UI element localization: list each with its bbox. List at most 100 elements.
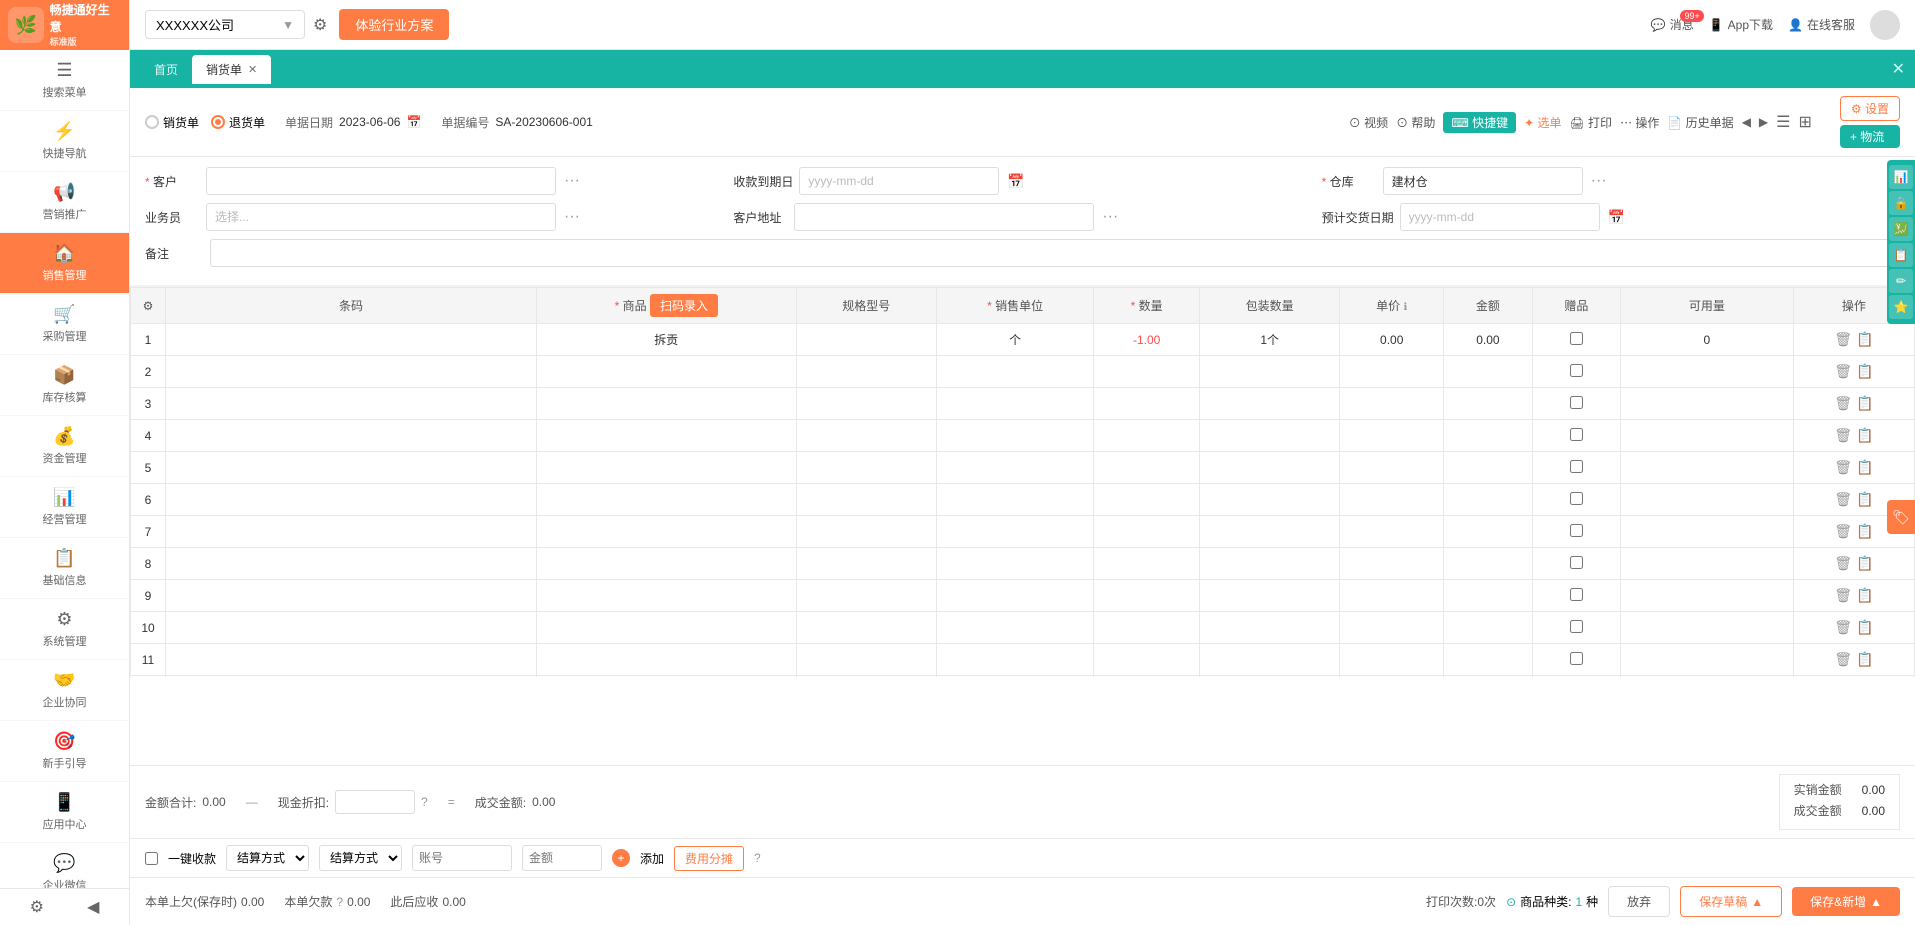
cell-amount-3[interactable] <box>1444 388 1532 420</box>
rp-btn-5[interactable]: ✏ <box>1889 269 1913 293</box>
cell-pkg-qty-3[interactable] <box>1200 388 1340 420</box>
copy-icon-1[interactable]: 📋 <box>1856 331 1873 348</box>
cell-amount-1[interactable]: 0.00 <box>1444 324 1532 356</box>
cell-price-8[interactable] <box>1340 548 1444 580</box>
warehouse-dots-icon[interactable]: ··· <box>1591 172 1607 190</box>
barcode-input-3[interactable] <box>174 397 528 411</box>
company-selector[interactable]: XXXXXX公司 ▼ <box>145 10 305 39</box>
sidebar-item-inventory[interactable]: 📦 库存核算 <box>0 355 129 416</box>
cell-pkg-qty-1[interactable]: 1个 <box>1200 324 1340 356</box>
tab-home[interactable]: 首页 <box>140 55 192 84</box>
gift-checkbox-11[interactable] <box>1570 652 1583 665</box>
cell-price-11[interactable] <box>1340 644 1444 676</box>
delete-icon-9[interactable]: 🗑 <box>1834 587 1852 604</box>
draft-button[interactable]: 保存草稿 ▲ <box>1680 886 1782 917</box>
cell-unit-4[interactable] <box>936 420 1093 452</box>
cell-barcode-8[interactable] <box>166 548 537 580</box>
rp-btn-3[interactable]: 💹 <box>1889 217 1913 241</box>
cell-spec-2[interactable] <box>796 356 936 388</box>
action-help[interactable]: ⊙ 帮助 <box>1396 114 1435 131</box>
sidebar-item-sales[interactable]: 🏠 销售管理 <box>0 233 129 294</box>
customer-dots-icon[interactable]: ··· <box>564 172 580 190</box>
sidebar-item-marketing[interactable]: 📢 营销推广 <box>0 172 129 233</box>
sidebar-item-guide[interactable]: 🎯 新手引导 <box>0 721 129 782</box>
delete-icon-4[interactable]: 🗑 <box>1834 427 1852 444</box>
header-gear-icon[interactable]: ⚙ <box>313 15 327 35</box>
cell-unit-12[interactable] <box>936 676 1093 678</box>
delete-icon-10[interactable]: 🗑 <box>1834 619 1852 636</box>
cell-price-2[interactable] <box>1340 356 1444 388</box>
cell-gift-3[interactable] <box>1532 388 1620 420</box>
cell-spec-10[interactable] <box>796 612 936 644</box>
fee-help-icon[interactable]: ? <box>754 851 761 865</box>
cell-price-12[interactable] <box>1340 676 1444 678</box>
sidebar-item-quick-nav[interactable]: ⚡ 快捷导航 <box>0 111 129 172</box>
cell-gift-2[interactable] <box>1532 356 1620 388</box>
payment-due-input[interactable] <box>799 167 999 195</box>
cell-qty-1[interactable]: -1.00 <box>1094 324 1200 356</box>
cell-price-6[interactable] <box>1340 484 1444 516</box>
cell-gift-7[interactable] <box>1532 516 1620 548</box>
cell-product-4[interactable] <box>537 420 797 452</box>
cell-amount-6[interactable] <box>1444 484 1532 516</box>
trial-button[interactable]: 体验行业方案 <box>339 9 449 40</box>
product-type-value[interactable]: 1 <box>1575 895 1582 909</box>
cell-qty-2[interactable] <box>1094 356 1200 388</box>
cell-amount-7[interactable] <box>1444 516 1532 548</box>
sidebar-item-operations[interactable]: 📊 经营管理 <box>0 477 129 538</box>
delivery-date-input[interactable] <box>1400 203 1600 231</box>
cell-qty-11[interactable] <box>1094 644 1200 676</box>
addr-dots-icon[interactable]: ··· <box>1102 208 1118 226</box>
cell-amount-10[interactable] <box>1444 612 1532 644</box>
barcode-input-1[interactable] <box>174 333 528 347</box>
barcode-input-8[interactable] <box>174 557 528 571</box>
sidebar-item-base[interactable]: 📋 基础信息 <box>0 538 129 599</box>
cell-gift-9[interactable] <box>1532 580 1620 612</box>
barcode-input-11[interactable] <box>174 653 528 667</box>
warehouse-input[interactable] <box>1383 167 1583 195</box>
cell-price-1[interactable]: 0.00 <box>1340 324 1444 356</box>
barcode-input-2[interactable] <box>174 365 528 379</box>
cell-qty-7[interactable] <box>1094 516 1200 548</box>
header-online-service[interactable]: 👤 在线客服 <box>1788 16 1855 33</box>
header-app-download[interactable]: 📱 App下载 <box>1709 16 1773 33</box>
cell-pkg-qty-2[interactable] <box>1200 356 1340 388</box>
cell-amount-2[interactable] <box>1444 356 1532 388</box>
barcode-input-7[interactable] <box>174 525 528 539</box>
copy-icon-10[interactable]: 📋 <box>1856 619 1873 636</box>
cell-price-10[interactable] <box>1340 612 1444 644</box>
cell-qty-4[interactable] <box>1094 420 1200 452</box>
cell-product-12[interactable] <box>537 676 797 678</box>
salesperson-dots-icon[interactable]: ··· <box>564 208 580 226</box>
cell-spec-1[interactable] <box>796 324 936 356</box>
cell-qty-12[interactable] <box>1094 676 1200 678</box>
gift-checkbox-3[interactable] <box>1570 396 1583 409</box>
cell-pkg-qty-10[interactable] <box>1200 612 1340 644</box>
gift-checkbox-4[interactable] <box>1570 428 1583 441</box>
cell-unit-3[interactable] <box>936 388 1093 420</box>
delete-icon-5[interactable]: 🗑 <box>1834 459 1852 476</box>
cell-unit-5[interactable] <box>936 452 1093 484</box>
cell-product-3[interactable] <box>537 388 797 420</box>
cell-price-5[interactable] <box>1340 452 1444 484</box>
cell-barcode-9[interactable] <box>166 580 537 612</box>
cell-barcode-6[interactable] <box>166 484 537 516</box>
copy-icon-11[interactable]: 📋 <box>1856 651 1873 668</box>
cell-spec-3[interactable] <box>796 388 936 420</box>
copy-icon-3[interactable]: 📋 <box>1856 395 1873 412</box>
cell-product-11[interactable] <box>537 644 797 676</box>
gift-checkbox-7[interactable] <box>1570 524 1583 537</box>
cell-unit-1[interactable]: 个 <box>936 324 1093 356</box>
cell-qty-10[interactable] <box>1094 612 1200 644</box>
action-print[interactable]: 🖨 打印 <box>1569 114 1612 131</box>
cell-product-5[interactable] <box>537 452 797 484</box>
cell-product-6[interactable] <box>537 484 797 516</box>
cell-gift-11[interactable] <box>1532 644 1620 676</box>
view-grid-icon[interactable]: ⊞ <box>1799 112 1812 132</box>
cell-barcode-11[interactable] <box>166 644 537 676</box>
delete-icon-6[interactable]: 🗑 <box>1834 491 1852 508</box>
cell-pkg-qty-12[interactable] <box>1200 676 1340 678</box>
cell-spec-11[interactable] <box>796 644 936 676</box>
delete-icon-3[interactable]: 🗑 <box>1834 395 1852 412</box>
action-video[interactable]: ⊙ 视频 <box>1349 114 1388 131</box>
